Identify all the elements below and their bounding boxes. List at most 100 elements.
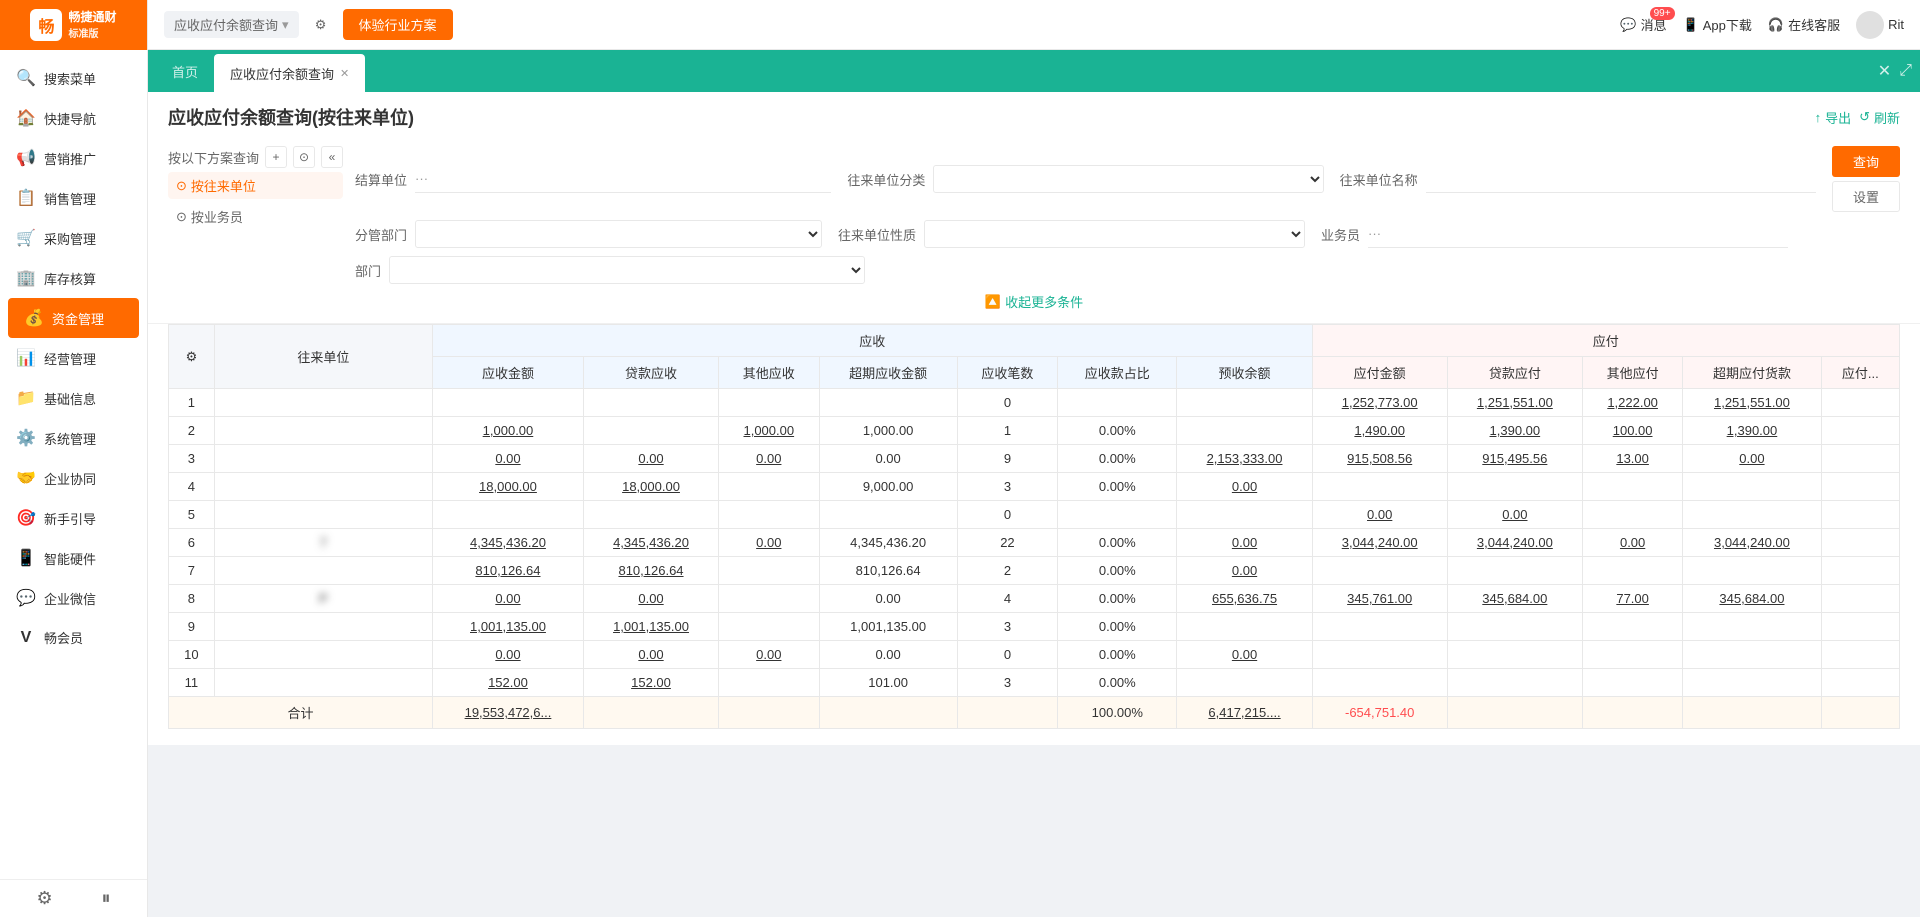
sidebar-item-enterprise[interactable]: 🤝 企业协同 [0, 458, 147, 498]
sidebar-item-operations[interactable]: 📊 经营管理 [0, 338, 147, 378]
search-panel: 按以下方案查询 + ⊙ « ⊙ 按往来单位 ⊙ 按业务员 [148, 138, 1920, 324]
total-advance[interactable]: 6,417,215.... [1177, 697, 1312, 729]
tab-expand-button[interactable]: ⤢ [1899, 62, 1912, 80]
col-partner-header: 往来单位 [214, 325, 432, 389]
scheme-salesperson-button[interactable]: ⊙ 按业务员 [168, 203, 343, 230]
warehouse-icon: 🏢 [16, 268, 36, 288]
col-payable-amount: 应付金额 [1312, 357, 1447, 389]
add-scheme-button[interactable]: + [265, 146, 287, 168]
col-receivable-count: 应收笔数 [957, 357, 1057, 389]
sidebar-item-label: 营销推广 [44, 149, 96, 168]
dept-select[interactable] [415, 220, 822, 248]
settlement-unit-label: 结算单位 [355, 170, 407, 189]
purchase-icon: 🛒 [16, 228, 36, 248]
sidebar-item-beginner[interactable]: 🎯 新手引导 [0, 498, 147, 538]
dept2-select[interactable] [389, 256, 865, 284]
sidebar-item-system[interactable]: ⚙️ 系统管理 [0, 418, 147, 458]
operations-icon: 📊 [16, 348, 36, 368]
tab-receivable[interactable]: 应收应付余额查询 ✕ [214, 54, 365, 92]
messages-button[interactable]: 💬 消息 99+ [1620, 15, 1666, 34]
sidebar-item-label: 基础信息 [44, 389, 96, 408]
dept2-label: 部门 [355, 261, 381, 280]
collapse-sidebar-icon[interactable]: ⏸ [102, 888, 111, 909]
header-actions: 💬 消息 99+ 📱 App下载 🎧 在线客服 Rit [1620, 11, 1904, 39]
app-download-button[interactable]: 📱 App下载 [1683, 15, 1752, 34]
cta-button[interactable]: 体验行业方案 [343, 9, 453, 40]
sidebar-item-quick-nav[interactable]: 🏠 快捷导航 [0, 98, 147, 138]
sidebar-logo: 畅 畅捷通财 标准版 [0, 0, 147, 50]
partner-nature-select[interactable] [924, 220, 1305, 248]
enterprise-wx-icon: 💬 [16, 588, 36, 608]
col-overdue-receivable: 超期应收金额 [819, 357, 957, 389]
col-receivable-group-header: 应收 [433, 325, 1313, 357]
table-row: 7810,126.64810,126.64810,126.6420.00%0.0… [169, 557, 1900, 585]
col-other-receivable: 其他应收 [719, 357, 819, 389]
col-payable-more: 应付... [1821, 357, 1899, 389]
partner-category-select[interactable] [933, 165, 1323, 193]
sidebar-item-marketing[interactable]: 📢 营销推广 [0, 138, 147, 178]
sidebar-item-basic-info[interactable]: 📁 基础信息 [0, 378, 147, 418]
sidebar-item-label: 经营管理 [44, 349, 96, 368]
settings-button[interactable]: 设置 [1832, 181, 1900, 212]
col-other-payable: 其他应付 [1582, 357, 1682, 389]
partner-name-input[interactable] [1426, 165, 1816, 193]
data-table: ⚙ 往来单位 应收 应付 [168, 324, 1900, 729]
total-receivable[interactable]: 19,553,472,6... [433, 697, 584, 729]
export-icon: ↑ [1815, 110, 1822, 125]
breadcrumb-area: 应收应付余额查询 ▾ ⚙ 体验行业方案 [164, 9, 1608, 40]
col-overdue-payable: 超期应付货款 [1683, 357, 1821, 389]
total-payable: -654,751.40 [1312, 697, 1447, 729]
search-label: 按以下方案查询 [168, 148, 259, 167]
system-icon: ⚙️ [16, 428, 36, 448]
logo-sub: 标准版 [68, 25, 116, 40]
header-gear-button[interactable]: ⚙ [307, 11, 335, 39]
settlement-unit-dots: ··· [415, 171, 428, 186]
tab-close-all-button[interactable]: ✕ [1878, 61, 1891, 81]
salesperson-label: 业务员 [1321, 225, 1360, 244]
sidebar-item-label: 企业微信 [44, 589, 96, 608]
sidebar-item-warehouse[interactable]: 🏢 库存核算 [0, 258, 147, 298]
partner-nature-label: 往来单位性质 [838, 225, 916, 244]
sidebar-item-sales[interactable]: 📋 销售管理 [0, 178, 147, 218]
online-service-button[interactable]: 🎧 在线客服 [1768, 15, 1840, 34]
sidebar-item-search-menu[interactable]: 🔍 搜索菜单 [0, 58, 147, 98]
export-button[interactable]: ↑ 导出 [1815, 108, 1852, 127]
messages-badge: 99+ [1650, 7, 1675, 20]
scheme-collapse-button[interactable]: « [321, 146, 343, 168]
col-credit-receivable: 贷款应收 [583, 357, 718, 389]
scheme-settings-button[interactable]: ⊙ [293, 146, 315, 168]
smart-hw-icon: 📱 [16, 548, 36, 568]
beginner-icon: 🎯 [16, 508, 36, 528]
sidebar-item-finance[interactable]: 💰 资金管理 [8, 298, 139, 338]
user-profile-button[interactable]: Rit [1856, 11, 1904, 39]
sidebar-item-label: 搜索菜单 [44, 69, 96, 88]
collapse-button[interactable]: 🔼 收起更多条件 [985, 292, 1083, 311]
query-button[interactable]: 查询 [1832, 146, 1900, 177]
tab-home[interactable]: 首页 [156, 50, 214, 92]
content-area: 应收应付余额查询(按往来单位) ↑ 导出 ↺ 刷新 [148, 92, 1920, 917]
collapse-label: 收起更多条件 [1005, 292, 1083, 311]
collapse-up-icon: 🔼 [985, 294, 1001, 310]
col-credit-payable: 贷款应付 [1447, 357, 1582, 389]
sidebar-item-enterprise-wx[interactable]: 💬 企业微信 [0, 578, 147, 618]
refresh-button[interactable]: ↺ 刷新 [1859, 108, 1900, 127]
tab-bar: 首页 应收应付余额查询 ✕ ✕ ⤢ [148, 50, 1920, 92]
online-service-label: 在线客服 [1788, 15, 1840, 34]
table-settings-icon: ⚙ [186, 349, 198, 364]
sidebar-item-label: 资金管理 [52, 309, 104, 328]
sidebar-item-label: 系统管理 [44, 429, 96, 448]
tab-close-icon[interactable]: ✕ [340, 67, 349, 80]
col-advance-balance: 预收余额 [1177, 357, 1312, 389]
top-header: 应收应付余额查询 ▾ ⚙ 体验行业方案 💬 消息 99+ 📱 App下载 🎧 在… [148, 0, 1920, 50]
col-settings[interactable]: ⚙ [169, 325, 215, 389]
table-container: ⚙ 往来单位 应收 应付 [148, 324, 1920, 745]
sidebar-item-vip[interactable]: V 畅会员 [0, 618, 147, 657]
salesperson-dots: ··· [1368, 226, 1381, 241]
app-download-icon: 📱 [1683, 17, 1699, 33]
table-row: 674,345,436.204,345,436.200.004,345,436.… [169, 529, 1900, 557]
sidebar-item-purchase[interactable]: 🛒 采购管理 [0, 218, 147, 258]
settings-icon[interactable]: ⚙ [36, 888, 52, 909]
sidebar-item-smart-hw[interactable]: 📱 智能硬件 [0, 538, 147, 578]
scheme-salesperson-label: 按业务员 [191, 207, 243, 226]
scheme-partner-button[interactable]: ⊙ 按往来单位 [168, 172, 343, 199]
